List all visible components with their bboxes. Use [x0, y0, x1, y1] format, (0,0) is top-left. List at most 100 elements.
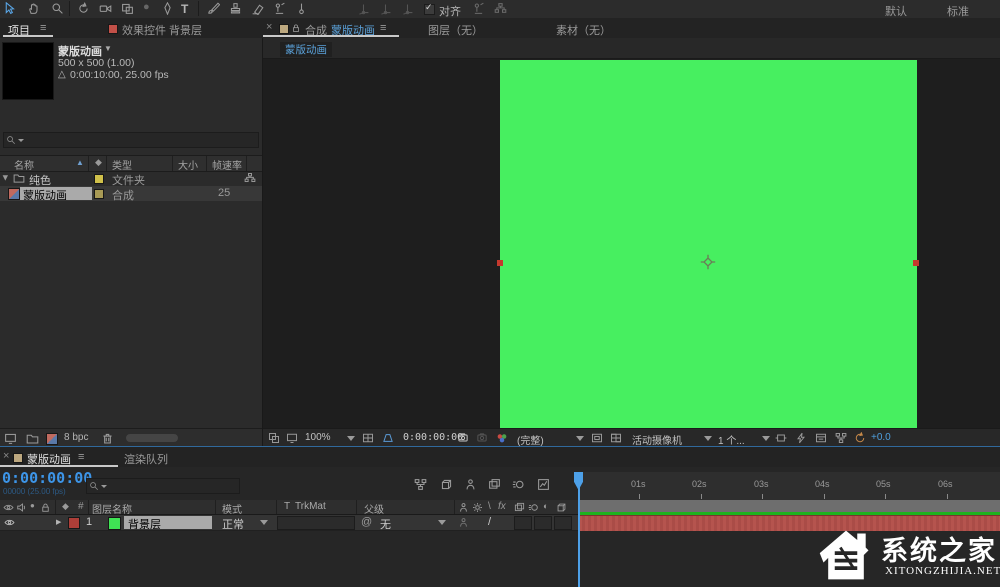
layer-video-eye-icon[interactable] — [4, 517, 15, 528]
comp-flowchart-icon[interactable] — [835, 432, 847, 444]
close-icon[interactable]: × — [3, 450, 9, 462]
frame-blending-icon[interactable] — [488, 478, 501, 491]
motion-blur-icon[interactable] — [512, 478, 525, 491]
tab-footage[interactable]: 素材（无） — [556, 22, 611, 38]
menu-icon[interactable]: ≡ — [78, 451, 84, 463]
new-folder-icon[interactable] — [26, 432, 39, 445]
lock-icon[interactable] — [40, 502, 51, 513]
col-separator[interactable] — [206, 156, 207, 171]
panel-scrollbar[interactable] — [126, 434, 178, 442]
layer-row[interactable]: ▶ 1 背景层 正常 @ 无 / — [0, 515, 578, 531]
reset-exposure-icon[interactable] — [854, 432, 866, 444]
index-hash-icon[interactable]: # — [78, 501, 84, 512]
search-options-chevron[interactable] — [18, 139, 24, 142]
clone-stamp-tool-icon[interactable] — [229, 2, 242, 15]
parent-chevron[interactable] — [438, 520, 446, 525]
brush-tool-icon[interactable] — [207, 2, 220, 15]
draft-3d-icon[interactable] — [440, 478, 453, 491]
col-separator[interactable] — [88, 500, 89, 514]
audio-icon[interactable] — [16, 502, 27, 513]
label-color-chip[interactable] — [94, 189, 104, 199]
layer-shy-icon[interactable] — [458, 517, 469, 528]
solo-icon[interactable]: ● — [30, 501, 35, 510]
resolution-value[interactable]: (完整) — [517, 432, 544, 447]
tag-icon[interactable]: ◆ — [62, 501, 69, 512]
col-separator[interactable] — [454, 500, 455, 514]
roto-brush-tool-icon[interactable] — [273, 2, 286, 15]
col-parent[interactable]: 父级 — [364, 501, 384, 516]
color-depth-label[interactable]: 8 bpc — [64, 432, 88, 443]
zoom-tool-icon[interactable] — [51, 2, 64, 15]
magnification-value[interactable]: 100% — [305, 432, 331, 443]
selection-tool-icon[interactable] — [3, 2, 16, 15]
axis-mode-local-icon[interactable] — [357, 2, 370, 15]
adjustment-switch-icon[interactable]: ◐ — [543, 501, 548, 511]
col-trkmat[interactable]: TrkMat — [295, 501, 326, 512]
blend-mode-value[interactable]: 正常 — [222, 516, 244, 532]
layer-handle-left[interactable] — [497, 260, 503, 266]
project-row-name-selected[interactable]: 蒙版动画 — [20, 187, 92, 200]
parent-value[interactable]: 无 — [380, 516, 391, 532]
close-icon[interactable]: × — [266, 21, 272, 33]
playhead-line[interactable] — [578, 472, 580, 587]
timeline-search-input[interactable] — [86, 478, 240, 494]
pen-tool-icon[interactable] — [161, 2, 174, 15]
work-area-bar[interactable] — [578, 500, 1000, 512]
layer-switch-cell[interactable] — [514, 516, 532, 530]
layer-handle-right[interactable] — [913, 260, 919, 266]
sort-asc-icon[interactable]: ▲ — [76, 158, 84, 167]
frame-blend-switch-icon[interactable] — [514, 502, 525, 513]
exposure-value[interactable]: +0.0 — [871, 432, 891, 443]
tab-render-queue[interactable]: 渲染队列 — [124, 451, 168, 467]
fast-preview-icon[interactable] — [795, 432, 807, 444]
comp-canvas[interactable] — [263, 58, 1000, 428]
interpret-footage-icon[interactable] — [4, 432, 17, 445]
magnification-chevron[interactable] — [347, 436, 355, 441]
axis-mode-world-icon[interactable] — [379, 2, 392, 15]
new-composition-icon[interactable] — [46, 433, 58, 445]
shape-tool-icon[interactable]: ● — [143, 1, 150, 13]
mini-flowchart-icon[interactable] — [414, 478, 427, 491]
shy-switch-icon[interactable] — [458, 502, 469, 513]
video-eye-icon[interactable] — [3, 502, 14, 513]
layer-switch-cell[interactable] — [534, 516, 552, 530]
graph-editor-icon[interactable] — [537, 478, 550, 491]
col-separator[interactable] — [356, 500, 357, 514]
workspace-standard-label[interactable]: 标准 — [947, 3, 969, 19]
solid-color-swatch[interactable] — [108, 517, 121, 530]
col-fps[interactable]: 帧速率 — [212, 157, 242, 172]
project-row-composition[interactable]: 蒙版动画 合成 25 — [0, 186, 262, 201]
green-solid-layer[interactable] — [500, 60, 917, 428]
view-layout-chevron[interactable] — [762, 436, 770, 441]
col-separator[interactable] — [215, 500, 216, 514]
col-separator[interactable] — [106, 156, 107, 171]
label-color-chip[interactable] — [94, 174, 104, 184]
timeline-window-icon[interactable] — [815, 432, 827, 444]
col-separator[interactable] — [88, 156, 89, 171]
viewer-timecode[interactable]: 0:00:00:00 — [403, 432, 463, 443]
snapshot-icon[interactable] — [457, 432, 469, 444]
anchor-point-icon[interactable] — [700, 254, 716, 270]
camera-view-chevron[interactable] — [704, 436, 712, 441]
3d-switch-icon[interactable] — [556, 502, 567, 513]
snap-label[interactable]: 对齐 — [439, 3, 461, 19]
puppet-pin-tool-icon[interactable] — [295, 2, 308, 15]
col-mode[interactable]: 模式 — [222, 501, 242, 516]
lock-icon[interactable] — [291, 23, 301, 33]
fx-switch-icon[interactable]: fx — [498, 501, 506, 512]
camera-view-value[interactable]: 活动摄像机 — [632, 432, 682, 447]
caret-down-icon[interactable]: ▼ — [104, 44, 112, 53]
col-separator[interactable] — [246, 156, 247, 171]
resolution-chevron[interactable] — [576, 436, 584, 441]
time-ruler[interactable]: 01s 02s 03s 04s 05s 06s — [578, 472, 1000, 501]
layer-twirl-icon[interactable]: ▶ — [56, 518, 61, 526]
rotation-tool-icon[interactable] — [77, 2, 90, 15]
quality-switch-icon[interactable]: \ — [488, 501, 491, 512]
tag-icon[interactable]: ◆ — [95, 157, 102, 168]
col-name[interactable]: 名称 — [14, 157, 34, 172]
target-region-icon[interactable] — [591, 432, 603, 444]
tab-layer[interactable]: 图层（无） — [428, 22, 483, 38]
motion-blur-switch-icon[interactable] — [528, 502, 539, 513]
puppet-overlay-icon[interactable] — [472, 2, 485, 15]
project-search-input[interactable] — [3, 132, 259, 148]
